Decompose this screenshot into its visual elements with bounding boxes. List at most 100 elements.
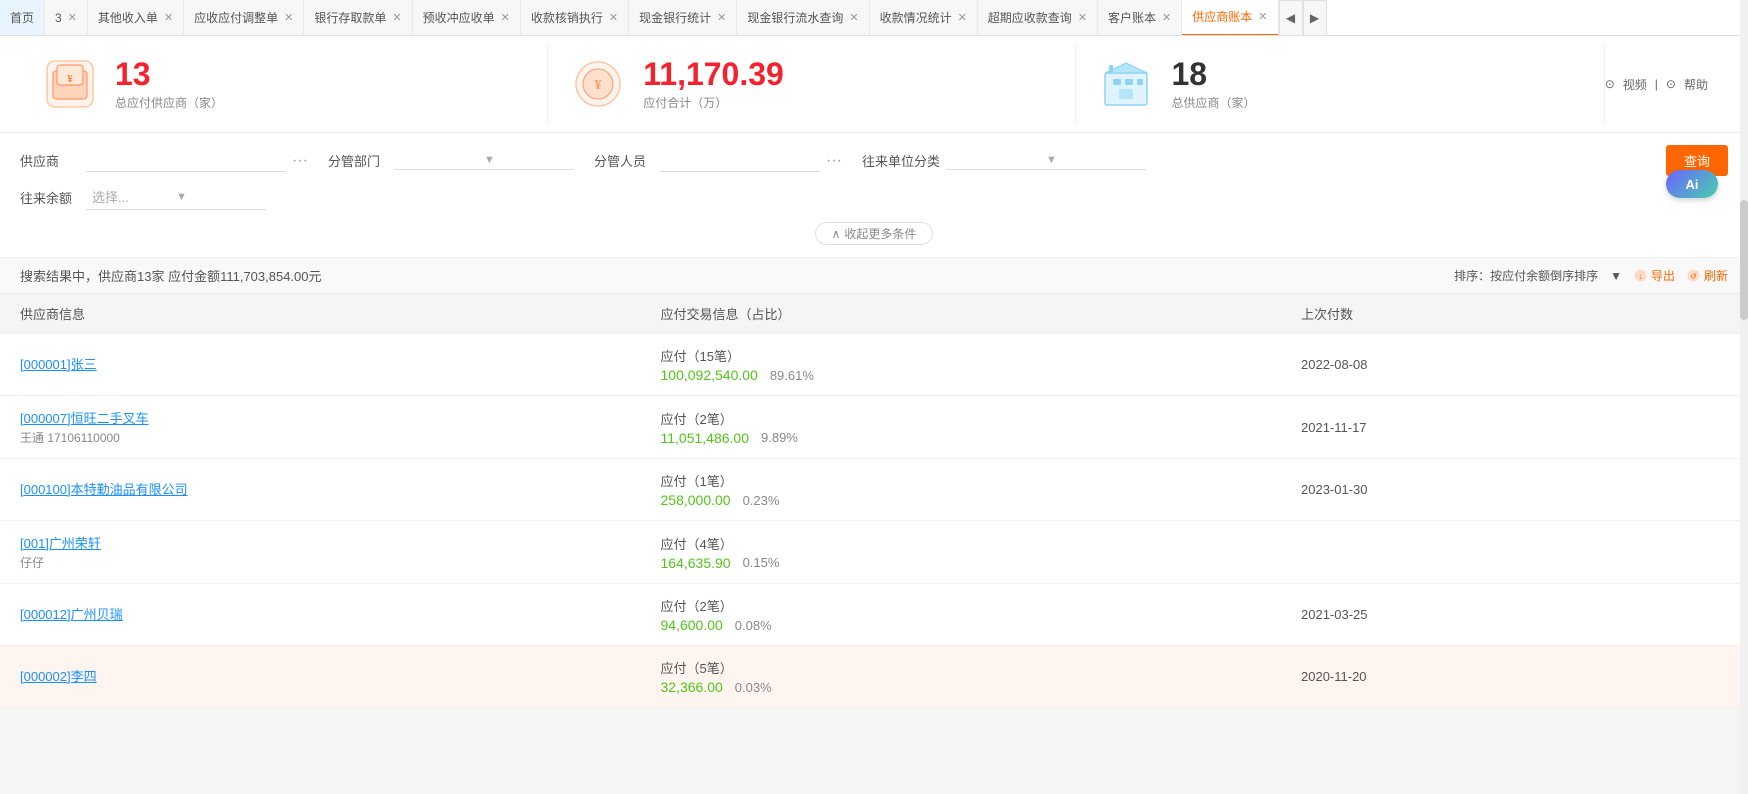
tx-label-5: 应付（5笔）	[661, 658, 1302, 677]
supplier-link-3[interactable]: [001]广州荣轩	[20, 536, 101, 551]
nav-tab-advance-cancel-close[interactable]: ✕	[501, 11, 510, 24]
tx-cell-3: 应付（4笔） 164,635.90 0.15%	[661, 534, 1302, 571]
last-pay-cell-4: 2021-03-25	[1301, 607, 1728, 622]
nav-tab-3-close[interactable]: ✕	[68, 11, 77, 24]
nav-tab-collect-stat[interactable]: 收款情况统计 ✕	[870, 0, 978, 36]
tx-label-3: 应付（4笔）	[661, 534, 1302, 553]
collapse-filter-button[interactable]: ∧ 收起更多条件	[815, 222, 934, 245]
nav-next-arrow[interactable]: ▶	[1303, 0, 1327, 36]
nav-tab-supplier-account[interactable]: 供应商账本 ✕	[1182, 0, 1278, 36]
nav-tab-cash-bank-flow[interactable]: 现金银行流水查询 ✕	[737, 0, 869, 36]
tx-cell-2: 应付（1笔） 258,000.00 0.23%	[661, 471, 1302, 508]
tx-pct-1: 9.89%	[761, 430, 798, 445]
sort-label: 排序：按应付余额倒序排序	[1454, 267, 1598, 284]
last-pay-5: 2020-11-20	[1301, 669, 1367, 684]
nav-tab-overdue-ap[interactable]: 超期应收款查询 ✕	[978, 0, 1098, 36]
nav-tab-supplier-account-close[interactable]: ✕	[1258, 10, 1267, 23]
table-row: [000100]本特勤油品有限公司 应付（1笔） 258,000.00 0.23…	[0, 459, 1748, 521]
manager-filter-input[interactable]	[660, 150, 820, 172]
nav-tab-home[interactable]: 首页	[0, 0, 45, 36]
supplier-link-4[interactable]: [000012]广州贝瑞	[20, 607, 123, 622]
last-pay-4: 2021-03-25	[1301, 607, 1368, 622]
tx-cell-5: 应付（5笔） 32,366.00 0.03%	[661, 658, 1302, 695]
ai-button[interactable]: Ai	[1666, 170, 1718, 198]
supplier-filter-dots[interactable]: ···	[292, 152, 308, 170]
summary-card-2: ¥ 11,170.39 应付合计（万）	[548, 46, 1076, 122]
supplier-filter-input[interactable]	[86, 150, 286, 172]
filter-manager: 分管人员 ···	[594, 150, 842, 172]
help-link[interactable]: 帮助	[1684, 76, 1708, 93]
summary-number-3: 18	[1171, 57, 1255, 92]
supplier-link-1[interactable]: [000007]恒旺二手叉车	[20, 411, 149, 426]
nav-tab-collect-stat-close[interactable]: ✕	[958, 11, 967, 24]
nav-tab-cash-bank-stat-close[interactable]: ✕	[717, 11, 726, 24]
tx-cell-4: 应付（2笔） 94,600.00 0.08%	[661, 596, 1302, 633]
last-pay-cell-1: 2021-11-17	[1301, 420, 1728, 435]
supplier-cell-4: [000012]广州贝瑞	[20, 604, 661, 625]
supplier-cell-3: [001]广州荣轩 仔仔	[20, 533, 661, 571]
tx-row-2: 258,000.00 0.23%	[661, 492, 1302, 508]
tx-row-5: 32,366.00 0.03%	[661, 679, 1302, 695]
balance-filter-select[interactable]: 选择... ▼	[86, 184, 266, 210]
nav-tab-other-income[interactable]: 其他收入单 ✕	[88, 0, 184, 36]
nav-tab-advance-cancel[interactable]: 预收冲应收单 ✕	[413, 0, 521, 36]
supplier-link-5[interactable]: [000002]李四	[20, 669, 97, 684]
video-link[interactable]: 视频	[1623, 76, 1647, 93]
tx-amount-3: 164,635.90	[661, 555, 731, 571]
manager-filter-dots[interactable]: ···	[826, 152, 842, 170]
export-button[interactable]: ↓ 导出	[1634, 267, 1675, 284]
last-pay-cell-5: 2020-11-20	[1301, 669, 1728, 684]
refresh-button[interactable]: ↺ 刷新	[1687, 267, 1728, 284]
tx-row-3: 164,635.90 0.15%	[661, 555, 1302, 571]
supplier-link-2[interactable]: [000100]本特勤油品有限公司	[20, 482, 188, 497]
scrollbar-track[interactable]	[1740, 0, 1748, 794]
nav-tab-other-income-close[interactable]: ✕	[164, 11, 173, 24]
nav-tab-customer-account-close[interactable]: ✕	[1162, 11, 1171, 24]
summary-label-2: 应付合计（万）	[643, 94, 784, 111]
nav-tab-supplier-account-label: 供应商账本	[1192, 8, 1252, 25]
tx-pct-4: 0.08%	[735, 618, 772, 633]
supplier-link-0[interactable]: [000001]张三	[20, 357, 97, 372]
nav-tab-bank-deposit-close[interactable]: ✕	[392, 11, 401, 24]
help-icon: ⊙	[1666, 77, 1676, 91]
supplier-sub-1: 王通 17106110000	[20, 429, 661, 446]
department-filter-select[interactable]: ▼	[394, 151, 574, 170]
scrollbar-thumb[interactable]	[1740, 200, 1748, 320]
export-label: 导出	[1651, 267, 1675, 284]
nav-tab-bank-deposit[interactable]: 银行存取款单 ✕	[304, 0, 412, 36]
tx-pct-2: 0.23%	[743, 493, 780, 508]
nav-tab-customer-account[interactable]: 客户账本 ✕	[1098, 0, 1182, 36]
nav-tab-home-label: 首页	[10, 9, 34, 26]
last-pay-2: 2023-01-30	[1301, 482, 1368, 497]
nav-tab-ap-adjustment-close[interactable]: ✕	[284, 11, 293, 24]
manager-filter-label: 分管人员	[594, 151, 654, 170]
nav-tab-collect-verify[interactable]: 收款核销执行 ✕	[521, 0, 629, 36]
table-row: [000002]李四 应付（5笔） 32,366.00 0.03% 2020-1…	[0, 646, 1748, 708]
refresh-label: 刷新	[1704, 267, 1728, 284]
nav-tab-collect-verify-close[interactable]: ✕	[609, 11, 618, 24]
filter-row-2: 往来余额 选择... ▼	[20, 184, 1728, 210]
sort-dropdown-arrow[interactable]: ▼	[1610, 269, 1622, 283]
nav-tab-overdue-ap-close[interactable]: ✕	[1078, 11, 1087, 24]
filter-balance: 往来余额 选择... ▼	[20, 184, 266, 210]
collapse-up-icon: ∧	[832, 227, 841, 241]
summary-label-1: 总应付供应商（家）	[115, 94, 223, 111]
nav-tab-cash-bank-stat[interactable]: 现金银行统计 ✕	[629, 0, 737, 36]
nav-tab-3[interactable]: 3 ✕	[45, 0, 88, 36]
summary-number-2: 11,170.39	[643, 57, 784, 92]
tx-pct-0: 89.61%	[770, 368, 814, 383]
nav-tab-ap-adjustment-label: 应收应付调整单	[194, 9, 278, 26]
supplier-ap-icon: ¥	[40, 54, 100, 114]
summary-text-1: 13 总应付供应商（家）	[115, 57, 223, 111]
result-bar-right: 排序：按应付余额倒序排序 ▼ ↓ 导出 ↺ 刷新	[1454, 267, 1728, 284]
supplier-cell-5: [000002]李四	[20, 666, 661, 687]
category-filter-select[interactable]: ▼	[946, 151, 1146, 170]
tx-cell-0: 应付（15笔） 100,092,540.00 89.61%	[661, 346, 1302, 383]
last-pay-cell-2: 2023-01-30	[1301, 482, 1728, 497]
filter-category: 往来单位分类 ▼	[862, 151, 1146, 170]
tx-label-1: 应付（2笔）	[661, 409, 1302, 428]
tx-row-4: 94,600.00 0.08%	[661, 617, 1302, 633]
nav-tab-cash-bank-flow-close[interactable]: ✕	[849, 11, 858, 24]
nav-tab-ap-adjustment[interactable]: 应收应付调整单 ✕	[184, 0, 304, 36]
nav-prev-arrow[interactable]: ◀	[1279, 0, 1303, 36]
